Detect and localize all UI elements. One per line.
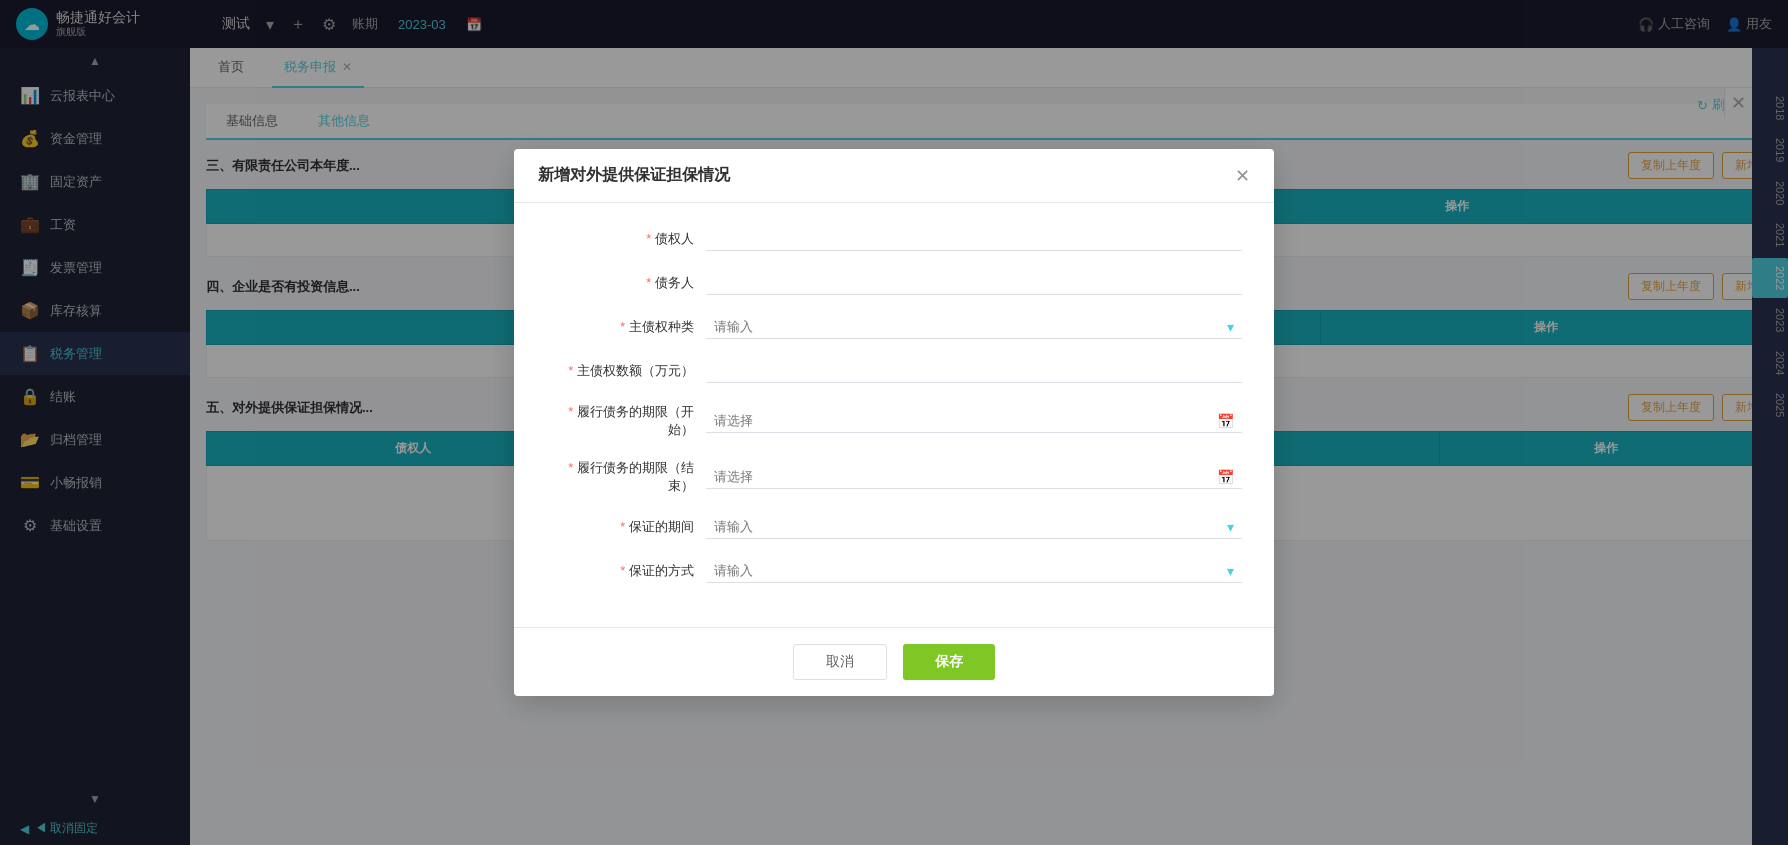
dialog-overlay: 新增对外提供保证担保情况 ✕ * 债权人 * 债务人: [0, 0, 1788, 845]
chevron-down-icon-debt-type[interactable]: ▾: [1219, 319, 1242, 335]
input-creditor[interactable]: [706, 227, 1242, 251]
input-debt-amount[interactable]: [706, 359, 1242, 383]
calendar-icon-start[interactable]: 📅: [1209, 413, 1242, 429]
save-button[interactable]: 保存: [903, 644, 995, 680]
label-guarantee-method: * 保证的方式: [546, 562, 706, 580]
form-row-creditor: * 债权人: [546, 227, 1242, 251]
label-creditor: * 债权人: [546, 230, 706, 248]
label-period-start: * 履行债务的期限（开始）: [546, 403, 706, 439]
input-debtor[interactable]: [706, 271, 1242, 295]
input-period-end[interactable]: [706, 465, 1209, 488]
label-period-end: * 履行债务的期限（结束）: [546, 459, 706, 495]
dialog-close-btn[interactable]: ✕: [1235, 167, 1250, 185]
add-guarantee-dialog: 新增对外提供保证担保情况 ✕ * 债权人 * 债务人: [514, 149, 1274, 696]
input-period-start[interactable]: [706, 409, 1209, 432]
select-debt-type[interactable]: ▾: [706, 315, 1242, 339]
chevron-down-icon-guarantee-period[interactable]: ▾: [1219, 519, 1242, 535]
input-guarantee-method[interactable]: [706, 559, 1219, 582]
input-guarantee-period[interactable]: [706, 515, 1219, 538]
date-period-start[interactable]: 📅: [706, 409, 1242, 433]
form-row-period-start: * 履行债务的期限（开始） 📅: [546, 403, 1242, 439]
calendar-icon-end[interactable]: 📅: [1209, 469, 1242, 485]
date-period-end[interactable]: 📅: [706, 465, 1242, 489]
dialog-body: * 债权人 * 债务人 * 主债权种类: [514, 203, 1274, 627]
form-row-guarantee-method: * 保证的方式 ▾: [546, 559, 1242, 583]
dialog-footer: 取消 保存: [514, 627, 1274, 696]
form-row-guarantee-period: * 保证的期间 ▾: [546, 515, 1242, 539]
cancel-button[interactable]: 取消: [793, 644, 887, 680]
form-row-period-end: * 履行债务的期限（结束） 📅: [546, 459, 1242, 495]
input-debt-type[interactable]: [706, 315, 1219, 338]
chevron-down-icon-guarantee-method[interactable]: ▾: [1219, 563, 1242, 579]
select-guarantee-period[interactable]: ▾: [706, 515, 1242, 539]
label-guarantee-period: * 保证的期间: [546, 518, 706, 536]
label-debt-amount: * 主债权数额（万元）: [546, 362, 706, 380]
form-row-debt-amount: * 主债权数额（万元）: [546, 359, 1242, 383]
label-debt-type: * 主债权种类: [546, 318, 706, 336]
label-debtor: * 债务人: [546, 274, 706, 292]
form-row-debtor: * 债务人: [546, 271, 1242, 295]
dialog-title: 新增对外提供保证担保情况: [538, 165, 730, 186]
dialog-header: 新增对外提供保证担保情况 ✕: [514, 149, 1274, 203]
select-guarantee-method[interactable]: ▾: [706, 559, 1242, 583]
form-row-debt-type: * 主债权种类 ▾: [546, 315, 1242, 339]
